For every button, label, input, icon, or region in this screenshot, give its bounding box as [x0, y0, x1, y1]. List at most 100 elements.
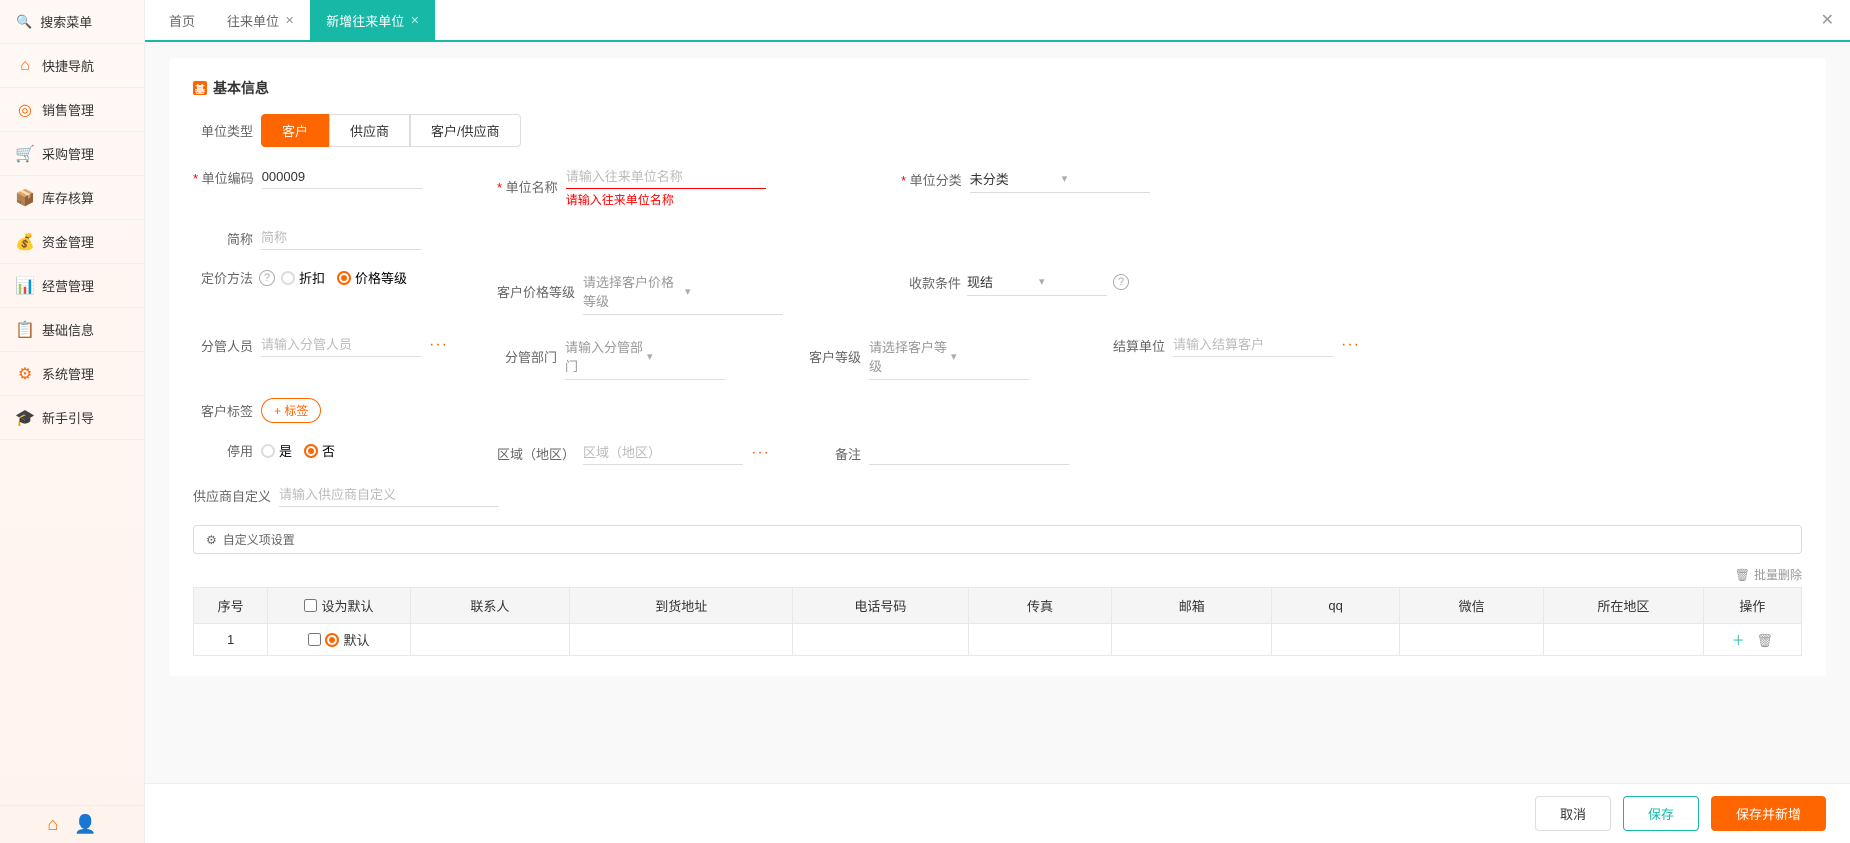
manager-more-icon[interactable]: ··· [429, 336, 448, 354]
dept-chevron-icon: ▾ [647, 350, 725, 363]
sidebar: 🔍 搜索菜单 ⌂快捷导航◎销售管理🛒采购管理📦库存核算💰资金管理📊经营管理📋基础… [0, 0, 145, 843]
row-add-icon[interactable]: ＋ [1732, 633, 1745, 648]
unit-type-supplier[interactable]: 供应商 [329, 114, 410, 147]
sidebar-label-operations: 经营管理 [42, 276, 94, 295]
sidebar-item-basic-info[interactable]: 📋基础信息 [0, 308, 144, 352]
note-label: 备注 [801, 444, 861, 463]
sidebar-item-sales[interactable]: ◎销售管理 [0, 88, 144, 132]
payment-value: 现结 [967, 272, 1035, 291]
sidebar-search[interactable]: 🔍 搜索菜单 [0, 0, 144, 44]
pricing-radio-group: 折扣 价格等级 [281, 268, 407, 287]
col-3: 到货地址 [570, 588, 793, 624]
category-select[interactable]: 未分类 ▾ [970, 165, 1150, 193]
settlement-more-icon[interactable]: ··· [1341, 336, 1360, 354]
sidebar-item-finance[interactable]: 💰资金管理 [0, 220, 144, 264]
tab-new-partner[interactable]: 新增往来单位✕ [310, 0, 435, 41]
tabbar-close-button[interactable]: ✕ [1813, 10, 1842, 30]
note-input[interactable] [869, 441, 1069, 465]
row-qq-input[interactable] [1306, 632, 1366, 647]
row-address [570, 624, 793, 656]
price-level-select[interactable]: 请选择客户价格等级 ▾ [583, 268, 783, 315]
section-title-text: 基本信息 [213, 78, 269, 98]
manager-row: 分管人员 ··· 分管部门 请输入分管部门 ▾ 客户等级 请选择客户等级 ▾ [193, 333, 1802, 380]
sidebar-item-purchase[interactable]: 🛒采购管理 [0, 132, 144, 176]
disabled-yes-radio[interactable]: 是 [261, 441, 292, 460]
payment-select[interactable]: 现结 ▾ [967, 268, 1107, 296]
row-wechat-input[interactable] [1437, 632, 1507, 647]
unit-type-customer[interactable]: 客户 [261, 114, 329, 147]
unit-type-both[interactable]: 客户/供应商 [410, 114, 521, 147]
pricing-field: 定价方法 ? 折扣 价格等级 [193, 268, 473, 287]
save-new-button[interactable]: 保存并新增 [1711, 796, 1826, 831]
row-email [1112, 624, 1272, 656]
tab-partners[interactable]: 往来单位✕ [211, 0, 310, 41]
tab-close-partners[interactable]: ✕ [285, 14, 294, 27]
save-button[interactable]: 保存 [1623, 796, 1699, 831]
unit-type-group: 客户 供应商 客户/供应商 [261, 114, 521, 147]
cancel-button[interactable]: 取消 [1535, 796, 1611, 831]
row-phone [793, 624, 968, 656]
tags-row: 客户标签 + 标签 [193, 398, 1802, 423]
sidebar-icon-quick-nav: ⌂ [16, 57, 34, 75]
sidebar-item-inventory[interactable]: 📦库存核算 [0, 176, 144, 220]
tab-close-new-partner[interactable]: ✕ [410, 14, 419, 27]
customer-level-label: 客户等级 [801, 347, 861, 366]
code-field: 单位编码 [193, 165, 473, 189]
header-checkbox[interactable] [304, 599, 317, 612]
category-chevron-icon: ▾ [1062, 172, 1150, 185]
supplier-custom-input[interactable] [279, 483, 499, 507]
category-value: 未分类 [970, 169, 1058, 188]
sidebar-item-system[interactable]: ⚙系统管理 [0, 352, 144, 396]
disabled-no-radio[interactable]: 否 [304, 441, 335, 460]
row-contact-input[interactable] [450, 632, 530, 647]
row-address-input[interactable] [621, 632, 741, 647]
custom-settings-button[interactable]: ⚙ 自定义项设置 [193, 525, 1802, 554]
pricing-discount-radio[interactable]: 折扣 [281, 268, 325, 287]
note-field: 备注 [801, 441, 1081, 465]
customer-level-select[interactable]: 请选择客户等级 ▾ [869, 333, 1029, 380]
row-fax-input[interactable] [1005, 632, 1075, 647]
code-input[interactable] [262, 165, 422, 189]
settlement-input[interactable] [1173, 333, 1333, 357]
unit-type-label: 单位类型 [193, 121, 253, 140]
sidebar-item-guide[interactable]: 🎓新手引导 [0, 396, 144, 440]
dept-select[interactable]: 请输入分管部门 ▾ [565, 333, 725, 380]
contacts-table: 序号设为默认联系人到货地址电话号码传真邮箱qq微信所在地区操作 1 默认 [193, 587, 1802, 656]
supplier-custom-row: 供应商自定义 [193, 483, 1802, 507]
row-region-input[interactable] [1583, 632, 1663, 647]
payment-help-icon[interactable]: ? [1113, 274, 1129, 290]
row-phone-input[interactable] [835, 632, 925, 647]
sidebar-home-icon[interactable]: ⌂ [47, 814, 58, 835]
shortname-input[interactable] [261, 226, 421, 250]
price-level-field: 客户价格等级 请选择客户价格等级 ▾ [497, 268, 877, 315]
footer: 取消 保存 保存并新增 [145, 783, 1850, 843]
col-default: 设为默认 [268, 588, 410, 624]
tab-home[interactable]: 首页 [153, 0, 211, 41]
sidebar-item-operations[interactable]: 📊经营管理 [0, 264, 144, 308]
sidebar-label-purchase: 采购管理 [42, 144, 94, 163]
tags-field: 客户标签 + 标签 [193, 398, 473, 423]
col-7: qq [1272, 588, 1400, 624]
disabled-field: 停用 是 否 [193, 441, 473, 460]
pricing-help-icon[interactable]: ? [259, 270, 275, 286]
name-input[interactable] [566, 165, 766, 189]
region-more-icon[interactable]: ··· [751, 444, 770, 462]
sidebar-user-icon[interactable]: 👤 [74, 814, 96, 835]
disabled-yes-label: 是 [279, 441, 292, 460]
pricing-grade-radio[interactable]: 价格等级 [337, 268, 407, 287]
supplier-custom-field: 供应商自定义 [193, 483, 499, 507]
table-header: 序号设为默认联系人到货地址电话号码传真邮箱qq微信所在地区操作 [194, 588, 1802, 624]
row-email-input[interactable] [1152, 632, 1232, 647]
batch-delete-button[interactable]: 🗑 批量删除 [1735, 566, 1802, 583]
region-input[interactable] [583, 441, 743, 465]
row-default-circle [325, 633, 339, 647]
manager-input[interactable] [261, 333, 421, 357]
add-tag-button[interactable]: + 标签 [261, 398, 321, 423]
sidebar-item-quick-nav[interactable]: ⌂快捷导航 [0, 44, 144, 88]
row-default-radio[interactable]: 默认 [325, 630, 369, 649]
dept-field: 分管部门 请输入分管部门 ▾ [497, 333, 777, 380]
pricing-label: 定价方法 [193, 268, 253, 287]
row-delete-icon[interactable]: 🗑 [1756, 633, 1773, 648]
row-checkbox[interactable] [308, 633, 321, 646]
sidebar-label-guide: 新手引导 [42, 408, 94, 427]
